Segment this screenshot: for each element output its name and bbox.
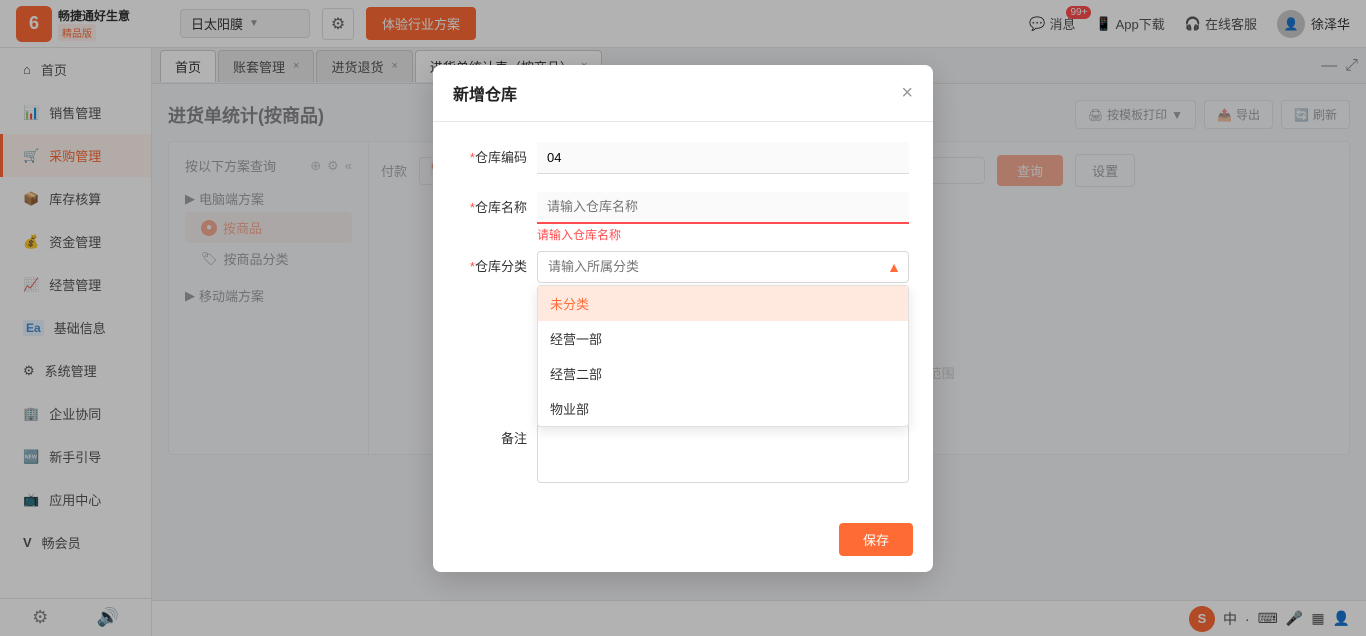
category-input[interactable] xyxy=(537,251,909,283)
modal-close-button[interactable]: × xyxy=(901,83,913,103)
note-label: 备注 xyxy=(457,423,537,455)
note-field-row: 备注 xyxy=(457,423,909,483)
option-dept2[interactable]: 经营二部 xyxy=(538,356,908,391)
name-field-row: *仓库名称 请输入仓库名称 xyxy=(457,192,909,243)
note-input[interactable] xyxy=(537,423,909,483)
category-chevron-up-icon[interactable]: ▲ xyxy=(887,259,901,275)
code-label: *仓库编码 xyxy=(457,142,537,174)
option-property[interactable]: 物业部 xyxy=(538,391,908,426)
save-button[interactable]: 保存 xyxy=(839,523,913,556)
option-dept1[interactable]: 经营一部 xyxy=(538,321,908,356)
modal: 新增仓库 × *仓库编码 *仓库名称 请输入仓库名称 xyxy=(433,65,933,572)
modal-overlay[interactable]: 新增仓库 × *仓库编码 *仓库名称 请输入仓库名称 xyxy=(0,0,1366,636)
category-dropdown-list: 未分类 经营一部 经营二部 物业部 xyxy=(537,285,909,427)
code-field-row: *仓库编码 xyxy=(457,142,909,174)
name-error-tip: 请输入仓库名称 xyxy=(537,226,909,243)
modal-footer: 保存 xyxy=(433,511,933,572)
modal-title: 新增仓库 xyxy=(453,81,517,105)
modal-body: *仓库编码 *仓库名称 请输入仓库名称 *仓库分类 xyxy=(433,122,933,511)
name-label: *仓库名称 xyxy=(457,192,537,224)
code-input[interactable] xyxy=(537,142,909,174)
modal-header: 新增仓库 × xyxy=(433,65,933,122)
name-input[interactable] xyxy=(537,192,909,224)
option-uncategorized[interactable]: 未分类 xyxy=(538,286,908,321)
category-label: *仓库分类 xyxy=(457,251,537,283)
category-dropdown-wrapper: ▲ 未分类 经营一部 经营二部 物业部 xyxy=(537,251,909,283)
category-field-row: *仓库分类 ▲ 未分类 经营一部 经营二部 物业部 xyxy=(457,251,909,283)
